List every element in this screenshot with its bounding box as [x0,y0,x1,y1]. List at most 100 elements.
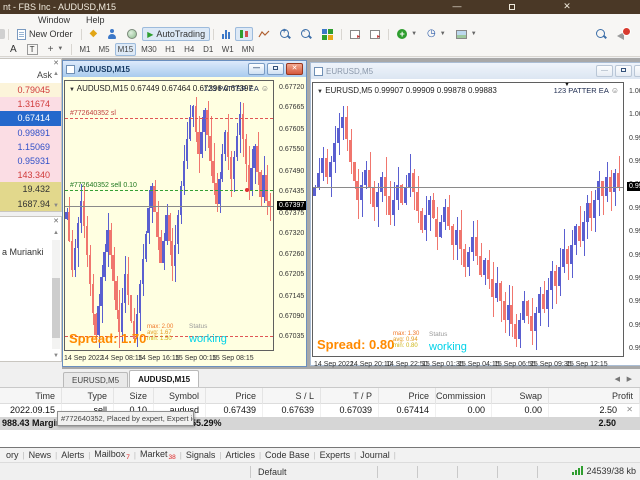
new-order-button[interactable]: New Order [12,27,78,41]
market-watch-row[interactable]: 0.95931 [0,153,61,169]
maximize-button[interactable] [492,0,532,14]
restore-button[interactable] [615,65,632,77]
gold-diamond-button[interactable]: ◆ [85,27,103,41]
ea-smiley-icon[interactable]: ☺ [261,84,269,93]
column-header-swap[interactable]: Swap [492,388,549,404]
period-dropdown[interactable]: ◷ ▼ [422,27,451,41]
tab-scroll-left-icon[interactable]: ◀ [615,375,620,383]
chart-client-area[interactable]: ▼ EURUSD,M5 0.99907 0.99909 0.99878 0.99… [311,79,640,368]
column-header-s-l[interactable]: S / L [263,388,321,404]
column-header-type[interactable]: Type [62,388,114,404]
ea-smiley-icon[interactable]: ☺ [611,86,619,95]
scroll-up-icon[interactable]: ▲ [53,230,59,236]
chart-window-titlebar[interactable]: AUDUSD,M15 — ✕ [63,61,306,77]
scrollbar-thumb[interactable] [52,278,60,338]
market-watch-row[interactable]: 143.340 [0,168,61,183]
toolbox-tab-signals[interactable]: Signals [182,450,220,460]
eurusd-chart-window[interactable]: EURUSD,M5 — ✕ ▼ EURUSD,M5 0.99907 0.9990… [310,62,640,368]
line-chart-mode-button[interactable] [253,27,275,41]
search-button[interactable] [591,27,612,41]
chart-window-titlebar[interactable]: EURUSD,M5 — ✕ [311,63,640,79]
market-watch-row[interactable]: 1.15069 [0,139,61,154]
time-axis[interactable]: 14 Sep 2022 14 Sep 20:10 14 Sep 22:50 15 Se… [312,359,624,369]
market-watch-row[interactable]: 1687.94 [0,196,61,211]
scroll-down-icon[interactable]: ▼ [53,353,59,359]
column-header-symbol[interactable]: Symbol [154,388,206,404]
close-icon[interactable]: ✕ [53,59,59,67]
timeframe-d1[interactable]: D1 [200,43,217,56]
news-item[interactable]: a Murianki [2,247,44,257]
minimize-button[interactable]: — [437,0,477,14]
timeframe-w1[interactable]: W1 [219,43,237,56]
tab-scroll-right-icon[interactable]: ▶ [627,375,632,383]
price-axis[interactable]: 0.67720 0.67665 0.67605 0.67550 0.67490 0.674… [276,80,306,351]
stop-loss-line[interactable] [65,118,273,119]
menu-help[interactable]: Help [78,15,113,25]
chart-tab-audusd-m15[interactable]: AUDUSD,M15 [129,370,200,387]
timeframe-h1[interactable]: H1 [162,43,179,56]
timeframe-mn[interactable]: MN [239,43,257,56]
close-button[interactable]: ✕ [634,65,640,77]
column-header-profit[interactable]: Profit [549,388,640,404]
chart-shot-dropdown[interactable]: ▼ [451,27,482,41]
toolbox-tab-news[interactable]: News [25,450,56,460]
candle-chart-mode-button[interactable] [235,27,254,41]
timeframe-m30[interactable]: M30 [138,43,160,56]
audusd-chart-window[interactable]: AUDUSD,M15 — ✕ ▼ AUDUSD,M15 0.67449 0.67… [62,60,307,367]
arrange-window-button-2[interactable] [365,27,385,41]
market-watch-row[interactable]: 19.432 [0,182,61,197]
position-line[interactable] [65,190,273,191]
toolbox-tab-experts[interactable]: Experts [316,450,355,460]
scroll-up-icon[interactable]: ▲ [53,71,59,77]
eurusd-plot[interactable]: ▼ EURUSD,M5 0.99907 0.99909 0.99878 0.99… [312,82,624,357]
minimize-button[interactable]: — [248,63,265,75]
close-button[interactable]: ✕ [286,63,303,75]
zoom-in-button[interactable]: + [275,27,296,41]
close-button[interactable]: ✕ [547,0,587,14]
toolbox-tab-journal[interactable]: Journal [356,450,394,460]
titlebar[interactable]: nt - FBS Inc - AUDUSD,M15 — ✕ [0,0,640,14]
arrange-window-button[interactable] [345,27,365,41]
web-button[interactable] [122,27,142,41]
market-watch-row[interactable]: 1.31674 [0,97,61,112]
chart-tab-eurusd-m5[interactable]: EURUSD,M5 [63,372,129,387]
tile-windows-button[interactable] [317,27,338,41]
chart-client-area[interactable]: ▼ AUDUSD,M15 0.67449 0.67464 0.67396 0.6… [63,77,306,366]
price-axis[interactable]: 1.00 1.00 0.99 0.99 0.99 0.99 0.99 0.99 0.99 0.99… [626,82,640,357]
market-watch-row[interactable]: 0.79045 [0,83,61,98]
bar-chart-mode-button[interactable] [217,27,235,41]
timeframe-m5[interactable]: M5 [95,43,112,56]
close-position-button[interactable]: ✕ [626,404,633,417]
toolbox-tab-market[interactable]: Market38 [136,449,180,462]
column-header-price[interactable]: Price [206,388,263,404]
toolbox-tab-articles[interactable]: Articles [221,450,259,460]
crosshair-dropdown[interactable]: + ▼ [43,42,69,56]
menu-window[interactable]: Window [30,15,78,25]
column-header-price[interactable]: Price [379,388,436,404]
close-icon[interactable]: ✕ [53,217,59,225]
zoom-out-button[interactable]: - [296,27,317,41]
market-watch-row[interactable]: 0.67414 [0,111,61,126]
column-header-t-p[interactable]: T / P [321,388,379,404]
column-header-time[interactable]: Time [0,388,62,404]
column-header-size[interactable]: Size [114,388,154,404]
market-watch-row[interactable]: 0.99891 [0,125,61,140]
scrollbar[interactable] [52,240,60,349]
timeframe-m1[interactable]: M1 [76,43,93,56]
audusd-plot[interactable]: ▼ AUDUSD,M15 0.67449 0.67464 0.67396 0.6… [64,80,274,351]
account-button[interactable] [102,27,122,41]
timeframe-m15[interactable]: M15 [114,42,137,56]
profile-name[interactable]: Default [258,467,287,477]
indicators-dropdown[interactable]: + ▼ [392,27,422,41]
toolbox-tab-mailbox[interactable]: Mailbox7 [90,449,134,462]
restore-button[interactable] [267,63,284,75]
notifications-button[interactable] [612,26,634,41]
scroll-down-icon[interactable]: ▼ [53,203,59,209]
toolbox-tab-ory[interactable]: ory [2,450,23,460]
minimize-button[interactable]: — [596,65,613,77]
toolbox-tab-alerts[interactable]: Alerts [57,450,88,460]
autotrading-button[interactable]: ▶ AutoTrading [142,27,211,41]
ask-column-header[interactable]: Ask [0,70,52,80]
timeframe-h4[interactable]: H4 [181,43,198,56]
toolbox-tab-code-base[interactable]: Code Base [261,450,314,460]
